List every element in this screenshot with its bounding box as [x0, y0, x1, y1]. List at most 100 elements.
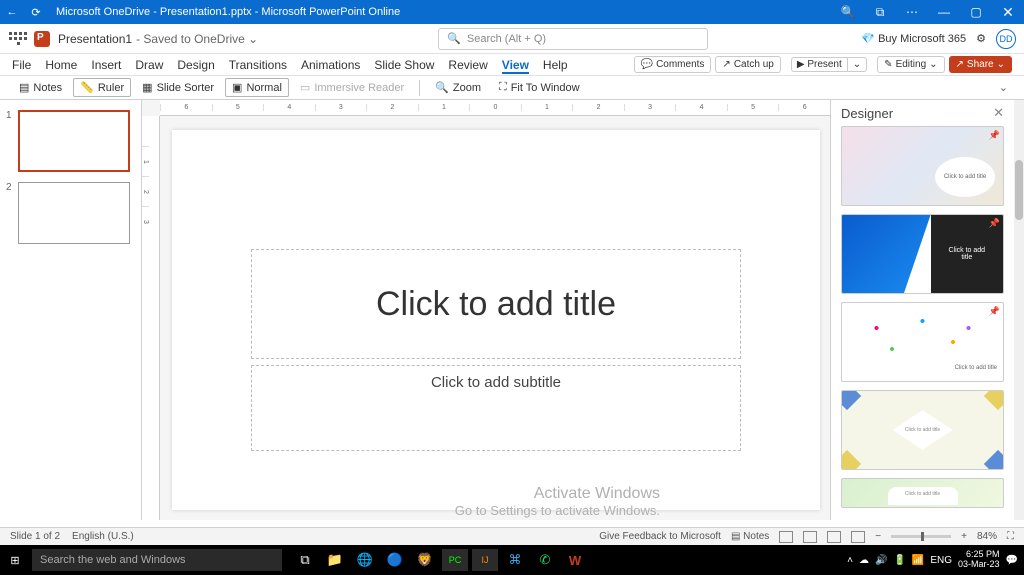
vertical-scrollbar[interactable] [1014, 100, 1024, 520]
search-icon: 🔍 [447, 32, 461, 45]
tab-transitions[interactable]: Transitions [229, 56, 287, 74]
volume-icon[interactable]: 🔊 [875, 555, 887, 566]
notes-button[interactable]: ▤ Notes [12, 78, 69, 97]
save-status[interactable]: - Saved to OneDrive ⌄ [136, 32, 258, 46]
notifications-icon[interactable]: 💬 [1006, 555, 1018, 566]
pin-icon: 📌 [989, 130, 1000, 141]
tab-design[interactable]: Design [177, 56, 214, 74]
fit-window-button[interactable]: ⛶ Fit To Window [492, 78, 587, 97]
file-explorer-icon[interactable]: 📁 [322, 549, 348, 571]
view-reading-icon[interactable] [827, 531, 841, 543]
document-name[interactable]: Presentation1 [58, 32, 132, 46]
designer-title: Designer [841, 106, 893, 121]
ribbon-chevron-icon[interactable]: ⌄ [995, 81, 1012, 94]
task-view-icon[interactable]: ⧉ [292, 549, 318, 571]
tab-insert[interactable]: Insert [91, 56, 121, 74]
subtitle-placeholder[interactable]: Click to add subtitle [251, 365, 741, 451]
design-suggestion-5[interactable]: Click to add title [841, 478, 1004, 508]
fit-icon[interactable]: ⛶ [1007, 531, 1014, 542]
notes-toggle[interactable]: ▤ Notes [731, 531, 769, 542]
tab-review[interactable]: Review [448, 56, 487, 74]
view-sorter-icon[interactable] [803, 531, 817, 543]
slide-thumbnail-1[interactable] [18, 110, 130, 172]
close-designer-icon[interactable]: ✕ [993, 105, 1004, 121]
zoom-slider[interactable] [891, 535, 951, 538]
brave-icon[interactable]: 🦁 [412, 549, 438, 571]
edge-icon[interactable]: 🌐 [352, 549, 378, 571]
design-suggestion-3[interactable]: 📌Click to add title [841, 302, 1004, 382]
user-avatar[interactable]: DD [996, 29, 1016, 49]
editing-mode-button[interactable]: ✎ Editing ⌄ [877, 56, 944, 73]
tab-help[interactable]: Help [543, 56, 568, 74]
ruler-button[interactable]: 📏 Ruler [73, 78, 131, 97]
app-launcher-icon[interactable] [8, 29, 28, 49]
pin-icon: 📌 [989, 218, 1000, 229]
search-input[interactable]: 🔍 Search (Alt + Q) [438, 28, 708, 50]
catchup-button[interactable]: ↗ Catch up [715, 56, 780, 73]
slide-thumbnails-panel: 1 2 [0, 100, 142, 520]
zoom-icon[interactable]: 🔍 [832, 5, 864, 19]
zoom-level[interactable]: 84% [977, 531, 997, 542]
share-button[interactable]: ↗ Share ⌄ [949, 56, 1012, 73]
language-indicator[interactable]: ENG [930, 555, 952, 566]
system-clock[interactable]: 6:25 PM 03-Mar-23 [958, 550, 1000, 570]
buy-m365-link[interactable]: 💎 Buy Microsoft 365 [861, 32, 966, 45]
view-toolbar: ▤ Notes 📏 Ruler ▦ Slide Sorter ▣ Normal … [0, 76, 1024, 100]
taskbar-search[interactable]: Search the web and Windows [32, 549, 282, 571]
network-icon[interactable]: 📶 [912, 555, 924, 566]
tab-home[interactable]: Home [45, 56, 77, 74]
comments-button[interactable]: 💬 Comments [634, 56, 712, 73]
tab-file[interactable]: File [12, 56, 31, 74]
slide-counter[interactable]: Slide 1 of 2 [10, 531, 60, 542]
tab-draw[interactable]: Draw [135, 56, 163, 74]
slide-sorter-button[interactable]: ▦ Slide Sorter [135, 78, 221, 97]
powerpoint-icon [34, 31, 50, 47]
slide-canvas-area: 6543210123456 123 Click to add title Cli… [142, 100, 830, 520]
language-status[interactable]: English (U.S.) [72, 531, 134, 542]
minimize-button[interactable]: — [928, 5, 960, 19]
sync-icon[interactable]: ⟳ [24, 6, 48, 19]
zoom-in-button[interactable]: + [961, 531, 967, 542]
present-button[interactable]: ▶ Present⌄ [785, 56, 873, 73]
onedrive-tray-icon[interactable]: ☁ [859, 555, 869, 566]
maximize-button[interactable]: ▢ [960, 5, 992, 19]
vscode-icon[interactable]: ⌘ [502, 549, 528, 571]
intellij-icon[interactable]: IJ [472, 549, 498, 571]
windows-taskbar: ⊞ Search the web and Windows ⧉ 📁 🌐 🔵 🦁 P… [0, 545, 1024, 575]
pycharm-icon[interactable]: PC [442, 549, 468, 571]
start-button[interactable]: ⊞ [0, 554, 30, 567]
window-title: Microsoft OneDrive - Presentation1.pptx … [56, 6, 400, 18]
view-normal-icon[interactable] [779, 531, 793, 543]
normal-view-button[interactable]: ▣ Normal [225, 78, 289, 97]
title-placeholder[interactable]: Click to add title [251, 249, 741, 359]
ribbon-tabs: File Home Insert Draw Design Transitions… [0, 54, 1024, 76]
tab-slideshow[interactable]: Slide Show [374, 56, 434, 74]
settings-icon[interactable]: ⚙ [976, 32, 986, 45]
app-icon[interactable]: 🔵 [382, 549, 408, 571]
tray-chevron-icon[interactable]: ˄ [847, 555, 853, 566]
back-button[interactable]: ← [0, 6, 24, 18]
immersive-reader-button: ▭ Immersive Reader [293, 78, 411, 97]
tab-animations[interactable]: Animations [301, 56, 360, 74]
tab-view[interactable]: View [502, 56, 529, 74]
vertical-ruler: 123 [142, 116, 160, 520]
zoom-out-button[interactable]: − [875, 531, 881, 542]
horizontal-ruler: 6543210123456 [160, 100, 830, 116]
slide-thumbnail-2[interactable] [18, 182, 130, 244]
app-header: Presentation1 - Saved to OneDrive ⌄ 🔍 Se… [0, 24, 1024, 54]
more-icon[interactable]: ⋯ [896, 5, 928, 19]
battery-icon[interactable]: 🔋 [893, 555, 905, 566]
design-suggestion-4[interactable]: Click to add title [841, 390, 1004, 470]
design-suggestion-1[interactable]: 📌Click to add title [841, 126, 1004, 206]
design-suggestion-2[interactable]: 📌Click to addtitle [841, 214, 1004, 294]
whatsapp-icon[interactable]: ✆ [532, 549, 558, 571]
view-slideshow-icon[interactable] [851, 531, 865, 543]
zoom-button[interactable]: 🔍 Zoom [428, 78, 488, 97]
word-icon[interactable]: W [562, 549, 588, 571]
slide-canvas[interactable]: Click to add title Click to add subtitle [172, 130, 820, 510]
reader-icon[interactable]: ⧉ [864, 5, 896, 20]
scroll-handle[interactable] [1015, 160, 1023, 220]
feedback-link[interactable]: Give Feedback to Microsoft [599, 531, 721, 542]
close-button[interactable]: ✕ [992, 4, 1024, 21]
browser-titlebar: ← ⟳ Microsoft OneDrive - Presentation1.p… [0, 0, 1024, 24]
